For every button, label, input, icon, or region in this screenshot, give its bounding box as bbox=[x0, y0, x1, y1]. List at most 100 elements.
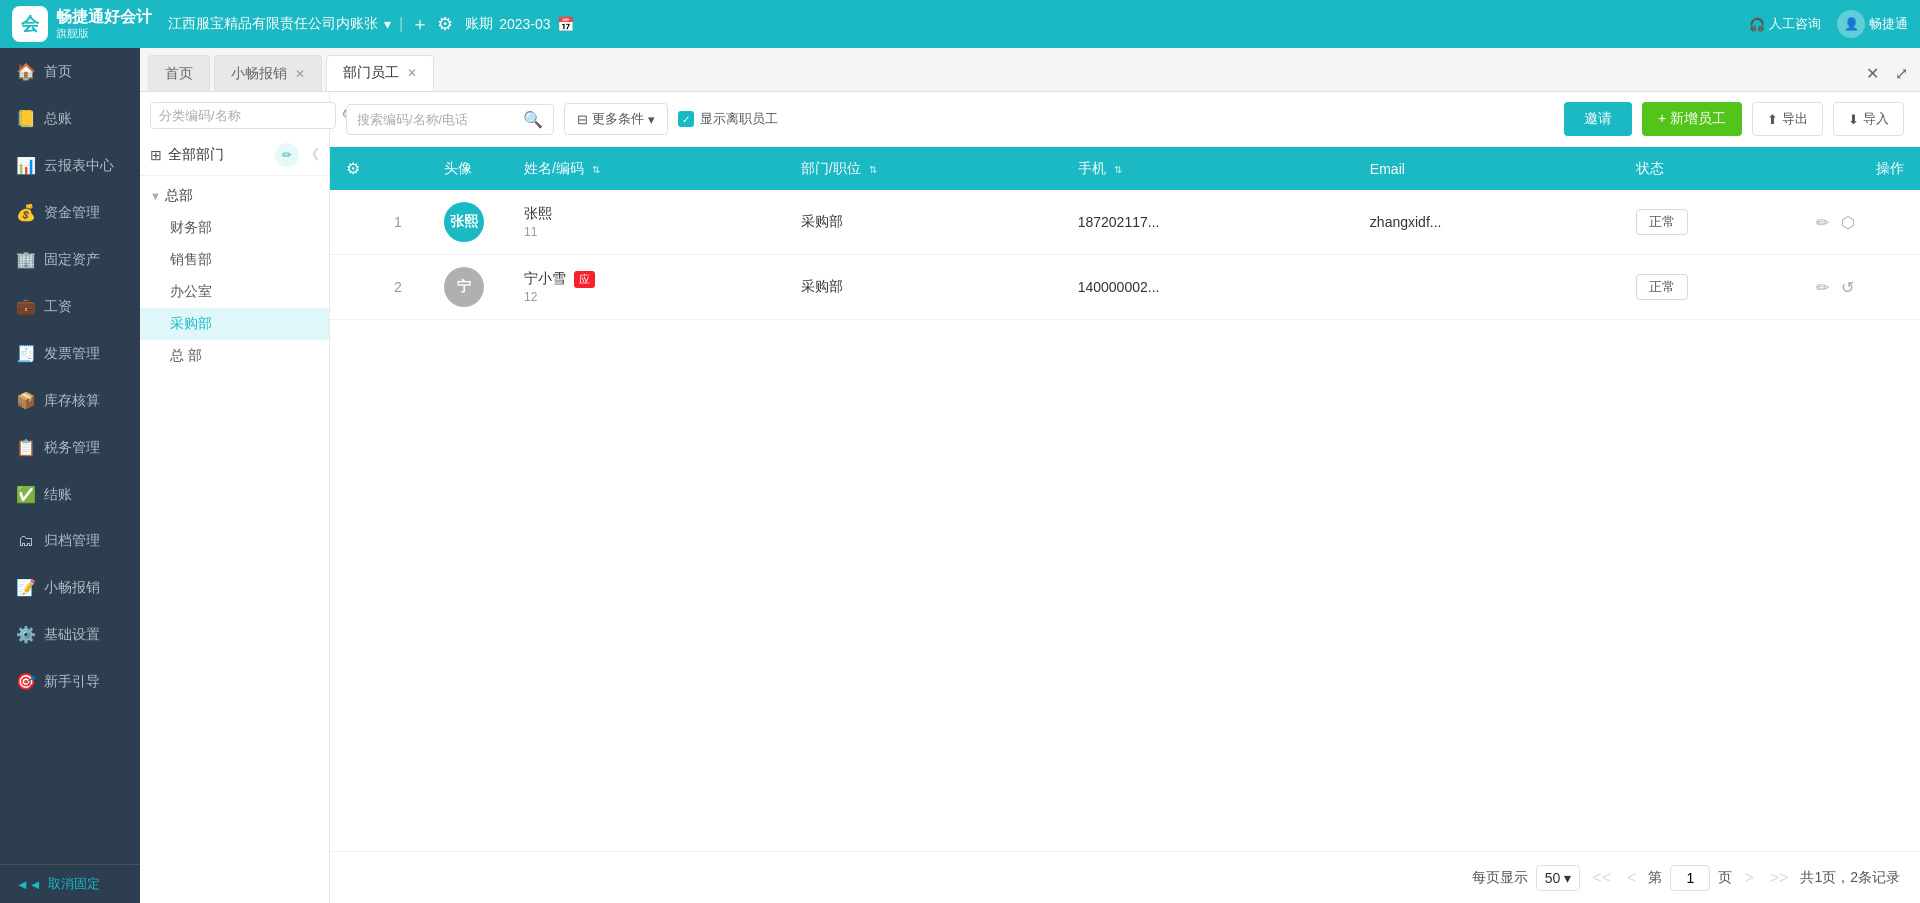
sidebar-item-invoice[interactable]: 🧾 发票管理 bbox=[0, 330, 140, 377]
close-tab-icon[interactable]: ✕ bbox=[1862, 60, 1883, 87]
page-total: 共1页，2条记录 bbox=[1800, 869, 1900, 887]
tab-label-home: 首页 bbox=[165, 65, 193, 83]
status-badge: 正常 bbox=[1636, 209, 1688, 235]
dept-tree-sales[interactable]: 销售部 bbox=[140, 244, 329, 276]
page-number-input[interactable] bbox=[1670, 865, 1710, 891]
dept-tree-hq[interactable]: 总 部 bbox=[140, 340, 329, 372]
period-selector[interactable]: 账期 2023-03 📅 bbox=[465, 15, 573, 33]
employee-table: ⚙ 头像 姓名/编码 ⇅ 部门/职位 ⇅ bbox=[330, 147, 1920, 320]
inventory-icon: 📦 bbox=[16, 391, 36, 410]
edit-icon[interactable]: ✏ bbox=[1816, 213, 1829, 232]
search-input[interactable] bbox=[357, 112, 517, 127]
col-name[interactable]: 姓名/编码 ⇅ bbox=[508, 147, 785, 190]
row-gear bbox=[330, 255, 378, 320]
col-dept[interactable]: 部门/职位 ⇅ bbox=[785, 147, 1062, 190]
import-label: 导入 bbox=[1863, 110, 1889, 128]
dept-search-input[interactable] bbox=[150, 102, 336, 129]
sidebar-item-inventory[interactable]: 📦 库存核算 bbox=[0, 377, 140, 424]
checkbox-box[interactable]: ✓ bbox=[678, 111, 694, 127]
sidebar-item-assets[interactable]: 🏢 固定资产 bbox=[0, 236, 140, 283]
reports-icon: 📊 bbox=[16, 156, 36, 175]
company-selector[interactable]: 江西服宝精品有限责任公司内账张 ▾ bbox=[168, 15, 391, 33]
tab-dept[interactable]: 部门员工 ✕ bbox=[326, 55, 434, 91]
sidebar-item-closing[interactable]: ✅ 结账 bbox=[0, 471, 140, 518]
tab-close-dept[interactable]: ✕ bbox=[407, 66, 417, 80]
sidebar-item-ledger[interactable]: 📒 总账 bbox=[0, 95, 140, 142]
headset-icon: 🎧 bbox=[1749, 17, 1765, 32]
filter-icon: ⊟ bbox=[577, 112, 588, 127]
expand-tab-icon[interactable]: ⤢ bbox=[1891, 60, 1912, 87]
avatar-circle: 宁 bbox=[444, 267, 484, 307]
period-value: 2023-03 bbox=[499, 16, 550, 32]
import-button[interactable]: ⬇ 导入 bbox=[1833, 102, 1904, 136]
sidebar-item-home[interactable]: 🏠 首页 bbox=[0, 48, 140, 95]
tab-home[interactable]: 首页 bbox=[148, 55, 210, 91]
dept-tree-finance[interactable]: 财务部 bbox=[140, 212, 329, 244]
col-gear: ⚙ bbox=[330, 147, 378, 190]
sidebar-item-settings[interactable]: ⚙️ 基础设置 bbox=[0, 611, 140, 658]
search-box[interactable]: 🔍 bbox=[346, 104, 554, 135]
col-phone-label: 手机 bbox=[1078, 160, 1106, 176]
dept-tree-label-finance: 财务部 bbox=[170, 219, 212, 237]
tab-label-dept: 部门员工 bbox=[343, 64, 399, 82]
sidebar-label-expense: 小畅报销 bbox=[44, 579, 100, 597]
add-employee-button[interactable]: + 新增员工 bbox=[1642, 102, 1742, 136]
settings-icon[interactable]: ⚙ bbox=[437, 13, 453, 35]
col-phone[interactable]: 手机 ⇅ bbox=[1062, 147, 1354, 190]
sidebar-item-funds[interactable]: 💰 资金管理 bbox=[0, 189, 140, 236]
consult-label: 人工咨询 bbox=[1769, 15, 1821, 33]
sidebar-item-payroll[interactable]: 💼 工资 bbox=[0, 283, 140, 330]
tab-expense[interactable]: 小畅报销✕ bbox=[214, 55, 322, 91]
row-status: 正常 bbox=[1620, 255, 1800, 320]
dept-edit-button[interactable]: ✏ bbox=[275, 143, 299, 167]
dept-tree-label-sales: 销售部 bbox=[170, 251, 212, 269]
col-actions: 操作 bbox=[1800, 147, 1920, 190]
first-page-button[interactable]: << bbox=[1588, 867, 1615, 889]
dept-collapse-icon[interactable]: 《 bbox=[305, 146, 319, 164]
table-header: ⚙ 头像 姓名/编码 ⇅ 部门/职位 ⇅ bbox=[330, 147, 1920, 190]
prev-page-button[interactable]: < bbox=[1623, 867, 1640, 889]
sort-icon: ⇅ bbox=[1114, 164, 1122, 175]
export-button[interactable]: ⬆ 导出 bbox=[1752, 102, 1823, 136]
column-settings-button[interactable]: ⚙ bbox=[346, 159, 360, 178]
delete-icon[interactable]: ⬡ bbox=[1841, 213, 1855, 232]
invite-button[interactable]: 邀请 bbox=[1564, 102, 1632, 136]
sidebar-footer-unpin[interactable]: ◄◄ 取消固定 bbox=[0, 864, 140, 903]
edit-icon[interactable]: ✏ bbox=[1816, 278, 1829, 297]
dept-tree-label-office: 办公室 bbox=[170, 283, 212, 301]
show-resigned-checkbox[interactable]: ✓ 显示离职员工 bbox=[678, 110, 778, 128]
sidebar-label-home: 首页 bbox=[44, 63, 72, 81]
show-resigned-label: 显示离职员工 bbox=[700, 110, 778, 128]
sidebar-item-archive[interactable]: 🗂 归档管理 bbox=[0, 518, 140, 564]
col-avatar: 头像 bbox=[428, 147, 508, 190]
logo-icon: 会 bbox=[12, 6, 48, 42]
delete-icon[interactable]: ↺ bbox=[1841, 278, 1854, 297]
consult-button[interactable]: 🎧 人工咨询 bbox=[1749, 15, 1821, 33]
dept-tree-purchase[interactable]: 采购部 bbox=[140, 308, 329, 340]
sidebar-label-guide: 新手引导 bbox=[44, 673, 100, 691]
header-separator: | bbox=[399, 15, 403, 33]
assets-icon: 🏢 bbox=[16, 250, 36, 269]
emp-code: 12 bbox=[524, 290, 769, 304]
tab-close-expense[interactable]: ✕ bbox=[295, 67, 305, 81]
filter-label: 更多条件 bbox=[592, 110, 644, 128]
last-page-button[interactable]: >> bbox=[1766, 867, 1793, 889]
next-page-button[interactable]: > bbox=[1740, 867, 1757, 889]
sidebar-label-tax: 税务管理 bbox=[44, 439, 100, 457]
dept-tree-office[interactable]: 办公室 bbox=[140, 276, 329, 308]
all-dept-row[interactable]: ⊞ 全部部门 ✏ 《 bbox=[140, 135, 329, 176]
sidebar-item-expense[interactable]: 📝 小畅报销 bbox=[0, 564, 140, 611]
emp-code: 11 bbox=[524, 225, 769, 239]
filter-button[interactable]: ⊟ 更多条件 ▾ bbox=[564, 103, 668, 135]
archive-icon: 🗂 bbox=[16, 532, 36, 550]
sidebar-item-guide[interactable]: 🎯 新手引导 bbox=[0, 658, 140, 705]
dept-search-area: 🔍 bbox=[140, 92, 329, 135]
row-email: zhangxidf... bbox=[1354, 190, 1620, 255]
user-profile[interactable]: 👤 畅捷通 bbox=[1837, 10, 1908, 38]
add-book-icon[interactable]: ＋ bbox=[411, 12, 429, 36]
sidebar-item-tax[interactable]: 📋 税务管理 bbox=[0, 424, 140, 471]
per-page-select[interactable]: 50 ▾ bbox=[1536, 865, 1581, 891]
dept-tree-general[interactable]: ▼总部 bbox=[140, 180, 329, 212]
pagination-bar: 每页显示 50 ▾ << < 第 页 > >> 共1页，2条记录 bbox=[330, 851, 1920, 903]
sidebar-item-reports[interactable]: 📊 云报表中心 bbox=[0, 142, 140, 189]
